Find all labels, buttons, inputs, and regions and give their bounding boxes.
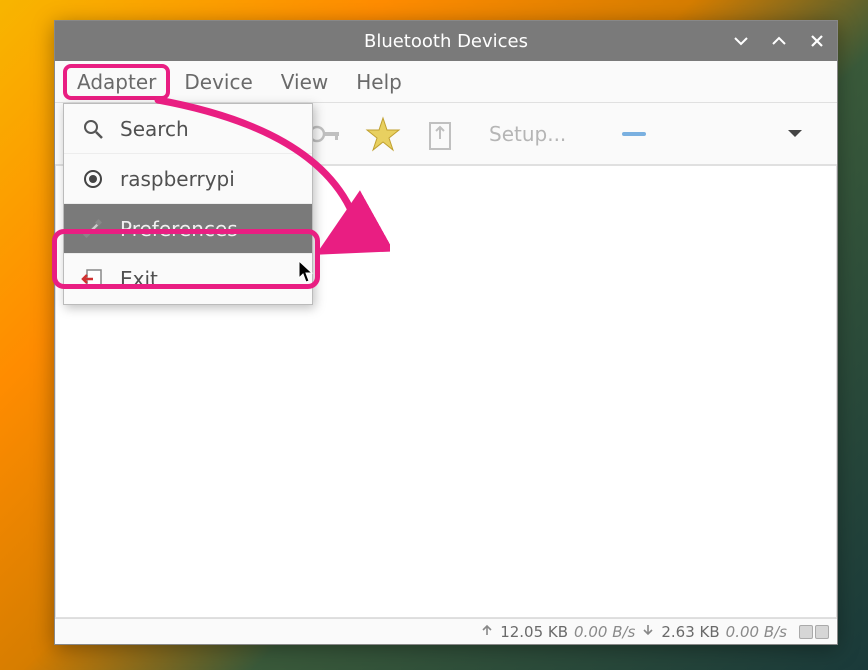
upload-rate: 0.00 B/s (574, 623, 635, 641)
titlebar-controls (729, 21, 829, 61)
dropdown-item-preferences[interactable]: Preferences (64, 204, 312, 254)
setup-button[interactable]: Setup... (479, 122, 576, 146)
maximize-icon[interactable] (767, 29, 791, 53)
dropdown-label: Search (120, 117, 189, 141)
dropdown-label: Exit (120, 267, 158, 291)
upload-icon (480, 623, 494, 641)
exit-icon (80, 266, 106, 292)
menubar: Adapter Device View Help (55, 61, 837, 103)
bluetooth-devices-window: Bluetooth Devices Adapter Device View He… (54, 20, 838, 645)
titlebar: Bluetooth Devices (55, 21, 837, 61)
status-indicator-2 (815, 625, 829, 639)
preferences-icon (80, 216, 106, 242)
radio-selected-icon (80, 166, 106, 192)
download-icon (641, 623, 655, 641)
dropdown-item-search[interactable]: Search (64, 104, 312, 154)
download-rate: 0.00 B/s (726, 623, 787, 641)
minus-icon[interactable] (614, 114, 654, 154)
dropdown-label: Preferences (120, 217, 238, 241)
download-size: 2.63 KB (661, 623, 719, 641)
search-icon (80, 116, 106, 142)
adapter-dropdown: Search raspberrypi Preferences Exit (63, 103, 313, 305)
statusbar: 12.05 KB 0.00 B/s 2.63 KB 0.00 B/s (55, 618, 837, 644)
dropdown-item-exit[interactable]: Exit (64, 254, 312, 304)
close-icon[interactable] (805, 29, 829, 53)
menu-help[interactable]: Help (342, 64, 416, 100)
menu-device[interactable]: Device (170, 64, 266, 100)
menu-view[interactable]: View (267, 64, 342, 100)
minimize-icon[interactable] (729, 29, 753, 53)
dropdown-item-raspberrypi[interactable]: raspberrypi (64, 154, 312, 204)
star-icon[interactable] (363, 114, 403, 154)
send-icon[interactable] (421, 114, 461, 154)
chevron-down-icon[interactable] (775, 114, 815, 154)
dropdown-label: raspberrypi (120, 167, 235, 191)
window-title: Bluetooth Devices (364, 31, 528, 52)
upload-size: 12.05 KB (500, 623, 568, 641)
status-indicator-1 (799, 625, 813, 639)
status-indicators (799, 625, 829, 639)
menu-adapter[interactable]: Adapter (63, 64, 170, 100)
